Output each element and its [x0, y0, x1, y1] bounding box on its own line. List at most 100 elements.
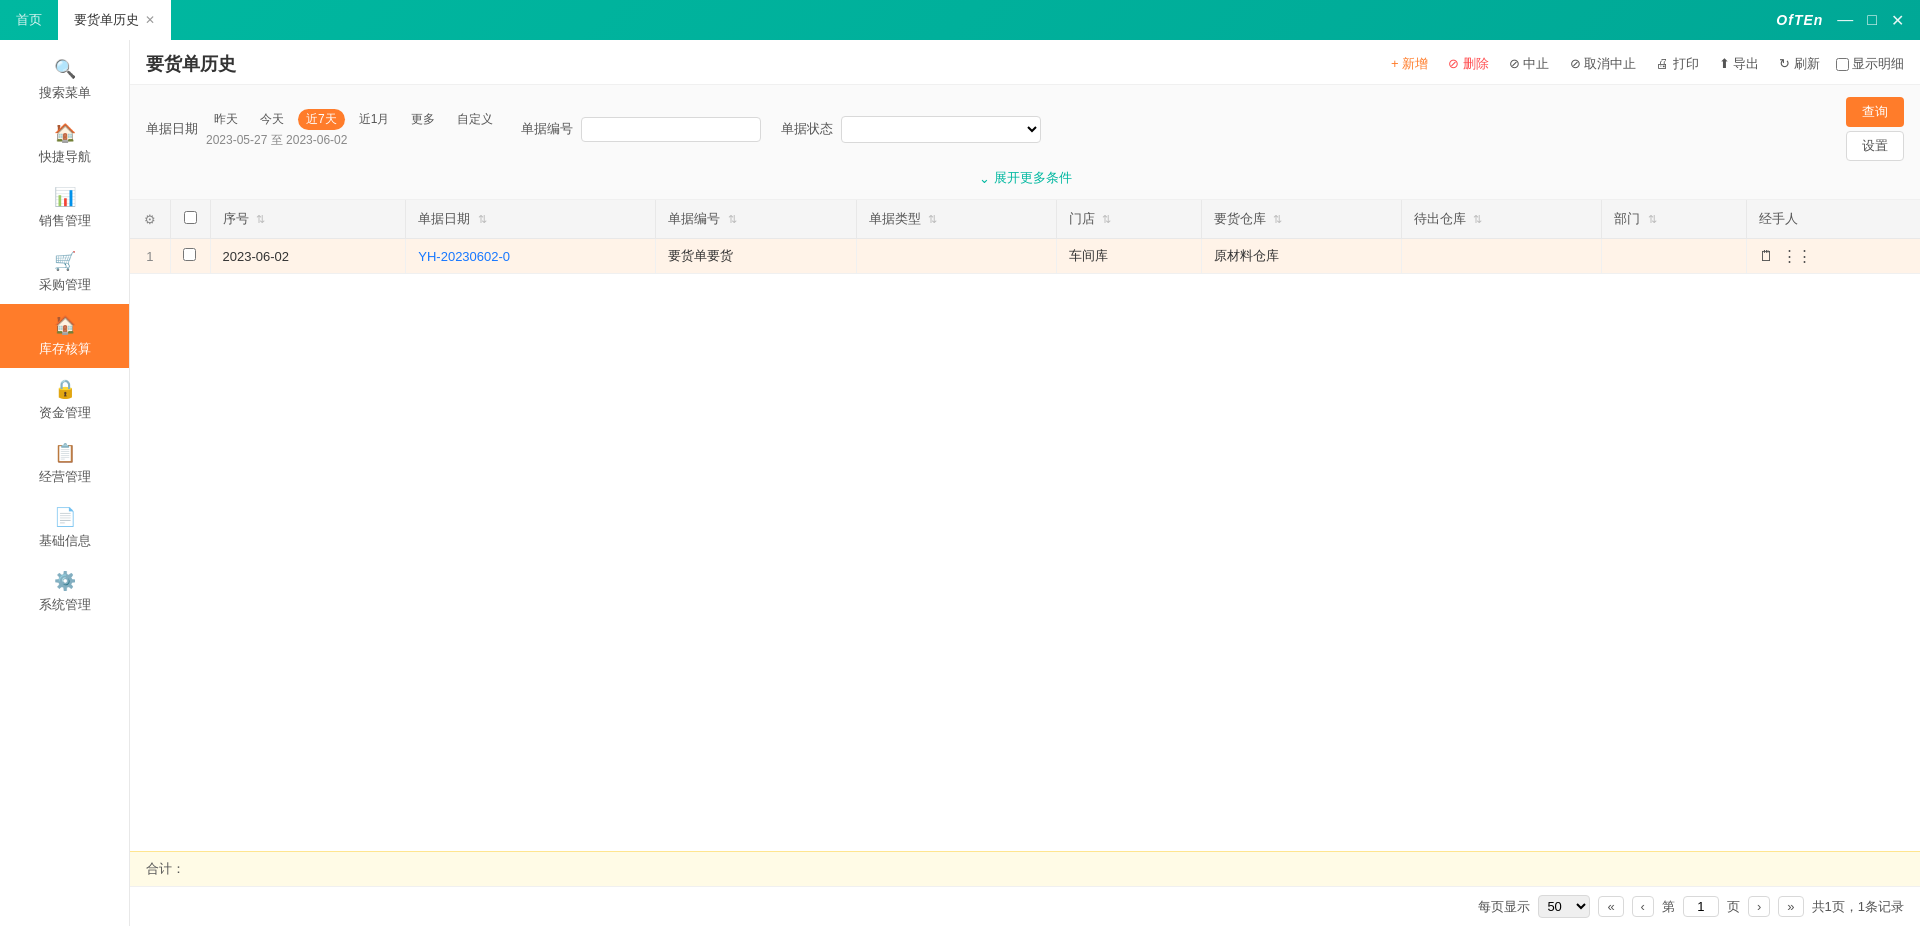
sort-shop-icon[interactable]: ⇅ [928, 213, 937, 225]
col-pending-warehouse-label: 要货仓库 [1214, 211, 1266, 226]
select-all-checkbox[interactable] [184, 211, 197, 224]
date-shortcut-custom[interactable]: 自定义 [449, 109, 501, 130]
row-order-no-link[interactable]: YH-20230602-0 [418, 249, 510, 264]
sidebar-item-inventory[interactable]: 🏠 库存核算 [0, 304, 129, 368]
tab-home-label: 首页 [16, 11, 42, 29]
row-actions: 🗒 ⋮⋮ [1746, 239, 1920, 274]
new-button[interactable]: + 新增 [1387, 53, 1432, 75]
date-shortcut-more[interactable]: 更多 [403, 109, 443, 130]
next-page-button[interactable]: › [1748, 896, 1770, 917]
sidebar-item-finance-label: 资金管理 [39, 404, 91, 422]
order-no-label: 单据编号 [521, 120, 573, 138]
display-cols-checkbox[interactable] [1836, 58, 1849, 71]
page-title: 要货单历史 [146, 52, 236, 76]
col-shop-label: 单据类型 [869, 211, 921, 226]
query-button[interactable]: 查询 [1846, 97, 1904, 127]
page-input-label: 第 [1662, 898, 1675, 916]
page-size-select[interactable]: 20 50 100 [1538, 895, 1590, 918]
delete-button[interactable]: ⊘ 删除 [1444, 53, 1493, 75]
print-button[interactable]: 🖨 打印 [1652, 53, 1703, 75]
sidebar-item-operations-label: 经营管理 [39, 468, 91, 486]
table-header: ⚙ 序号 ⇅ 单据日期 ⇅ [130, 200, 1920, 239]
sidebar-item-basicinfo[interactable]: 📄 基础信息 [0, 496, 129, 560]
col-date: 序号 ⇅ [210, 200, 406, 239]
sort-type-icon[interactable]: ⇅ [728, 213, 737, 225]
minimize-icon[interactable]: — [1837, 11, 1853, 29]
purchase-icon: 🛒 [54, 250, 76, 272]
tab-order-history-label: 要货单历史 [74, 11, 139, 29]
status-select[interactable] [841, 116, 1041, 143]
cancel-stop-button[interactable]: ⊘ 取消中止 [1566, 53, 1641, 75]
row-checkbox[interactable] [183, 248, 196, 261]
sort-date-icon[interactable]: ⇅ [256, 213, 265, 225]
col-settings: ⚙ [130, 200, 170, 239]
prev-page-button[interactable]: ‹ [1632, 896, 1654, 917]
table-container: ⚙ 序号 ⇅ 单据日期 ⇅ [130, 200, 1920, 851]
order-no-input[interactable] [581, 117, 761, 142]
last-page-button[interactable]: » [1778, 896, 1803, 917]
basicinfo-icon: 📄 [54, 506, 76, 528]
tab-bar: 首页 要货单历史 ✕ [0, 0, 1776, 40]
status-filter-label: 单据状态 [781, 120, 833, 138]
display-cols-toggle[interactable]: 显示明细 [1836, 55, 1904, 73]
col-pending-warehouse: 要货仓库 ⇅ [1201, 200, 1401, 239]
date-shortcut-1month[interactable]: 近1月 [351, 109, 398, 130]
summary-label: 合计： [146, 860, 185, 878]
filter-bar: 单据日期 昨天 今天 近7天 近1月 更多 自定义 2023-05-27 至 2… [130, 85, 1920, 200]
date-shortcut-7days[interactable]: 近7天 [298, 109, 345, 130]
row-pending-warehouse: 原材料仓库 [1201, 239, 1401, 274]
col-type-label: 单据编号 [668, 211, 720, 226]
sort-handler-icon[interactable]: ⇅ [1648, 213, 1657, 225]
page-input[interactable] [1683, 896, 1719, 917]
search-menu-icon: 🔍 [54, 58, 76, 80]
tab-order-history[interactable]: 要货单历史 ✕ [58, 0, 171, 40]
row-more-icon[interactable]: ⋮⋮ [1782, 247, 1812, 264]
date-shortcut-today[interactable]: 今天 [252, 109, 292, 130]
brand-label: OfTEn [1776, 12, 1823, 28]
filter-row: 单据日期 昨天 今天 近7天 近1月 更多 自定义 2023-05-27 至 2… [146, 97, 1904, 161]
sidebar-item-basicinfo-label: 基础信息 [39, 532, 91, 550]
window-controls: OfTEn — □ ✕ [1776, 11, 1920, 30]
expand-more-button[interactable]: ⌄ 展开更多条件 [979, 169, 1072, 187]
sort-dept-icon[interactable]: ⇅ [1473, 213, 1482, 225]
settings-icon[interactable]: ⚙ [144, 212, 156, 227]
table-row: 1 2023-06-02 YH-20230602-0 要货单要货 车间库 原材料… [130, 239, 1920, 274]
filter-date: 单据日期 昨天 今天 近7天 近1月 更多 自定义 2023-05-27 至 2… [146, 109, 501, 149]
maximize-icon[interactable]: □ [1867, 11, 1877, 29]
col-department: 待出仓库 ⇅ [1401, 200, 1601, 239]
sidebar: 🔍 搜索菜单 🏠 快捷导航 📊 销售管理 🛒 采购管理 🏠 库存核算 🔒 资金管… [0, 40, 130, 926]
date-shortcut-yesterday[interactable]: 昨天 [206, 109, 246, 130]
stop-button[interactable]: ⊘ 中止 [1505, 53, 1554, 75]
col-type: 单据编号 ⇅ [656, 200, 856, 239]
sidebar-item-sales[interactable]: 📊 销售管理 [0, 176, 129, 240]
total-label: 共1页，1条记录 [1812, 898, 1904, 916]
top-bar: 首页 要货单历史 ✕ OfTEn — □ ✕ [0, 0, 1920, 40]
tab-close-icon[interactable]: ✕ [145, 13, 155, 27]
display-cols-label: 显示明细 [1852, 55, 1904, 73]
settings-button[interactable]: 设置 [1846, 131, 1904, 161]
row-handler [1602, 239, 1747, 274]
sidebar-item-search[interactable]: 🔍 搜索菜单 [0, 48, 129, 112]
sidebar-item-system-label: 系统管理 [39, 596, 91, 614]
tab-home[interactable]: 首页 [0, 0, 58, 40]
sort-pendwh-icon[interactable]: ⇅ [1273, 213, 1282, 225]
sidebar-item-operations[interactable]: 📋 经营管理 [0, 432, 129, 496]
first-page-button[interactable]: « [1598, 896, 1623, 917]
close-icon[interactable]: ✕ [1891, 11, 1904, 30]
export-button[interactable]: ⬆ 导出 [1715, 53, 1764, 75]
sidebar-item-quicknav[interactable]: 🏠 快捷导航 [0, 112, 129, 176]
row-shop [856, 239, 1056, 274]
sort-orderno-icon[interactable]: ⇅ [478, 213, 487, 225]
sidebar-item-purchase[interactable]: 🛒 采购管理 [0, 240, 129, 304]
sidebar-item-finance[interactable]: 🔒 资金管理 [0, 368, 129, 432]
row-view-icon[interactable]: 🗒 [1759, 247, 1774, 264]
sidebar-item-system[interactable]: ⚙️ 系统管理 [0, 560, 129, 624]
refresh-button[interactable]: ↻ 刷新 [1775, 53, 1824, 75]
finance-icon: 🔒 [54, 378, 76, 400]
table-footer: 合计： [130, 851, 1920, 886]
col-action-label: 经手人 [1759, 211, 1798, 226]
main-layout: 🔍 搜索菜单 🏠 快捷导航 📊 销售管理 🛒 采购管理 🏠 库存核算 🔒 资金管… [0, 40, 1920, 926]
sort-reqwh-icon[interactable]: ⇅ [1102, 213, 1111, 225]
sales-icon: 📊 [54, 186, 76, 208]
expand-more-row: ⌄ 展开更多条件 [146, 169, 1904, 187]
